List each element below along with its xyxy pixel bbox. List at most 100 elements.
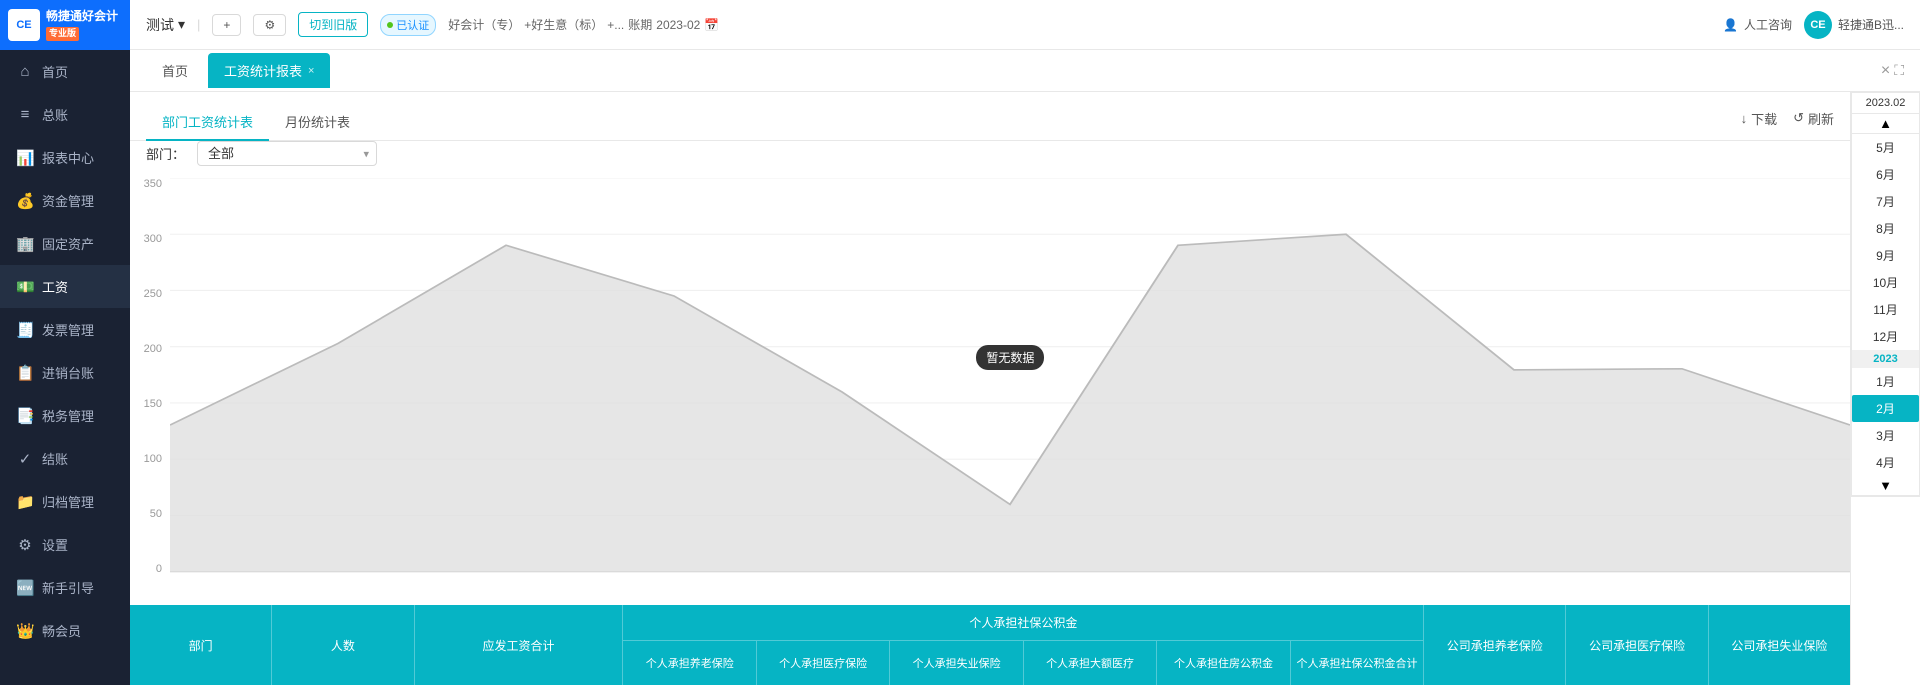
- page-content: 部门工资统计表 月份统计表 ↓ 下载 ↺ 刷新: [130, 92, 1920, 685]
- date-2023-month-1[interactable]: 1月: [1852, 368, 1919, 395]
- date-panel-year-label: 2023.02: [1866, 97, 1906, 109]
- th-dept: 部门: [130, 605, 272, 685]
- date-month-5[interactable]: 5月: [1852, 134, 1919, 161]
- table-header-row: 部门 人数 应发工资合计 个人承担社保公积金: [130, 605, 1850, 685]
- sidebar-label-trade: 进销台账: [42, 363, 94, 382]
- archive-icon: 📁: [16, 493, 34, 511]
- nav-down-icon[interactable]: ▼: [1879, 478, 1892, 493]
- date-year-2023[interactable]: 2023: [1852, 350, 1919, 368]
- add-button[interactable]: +: [212, 14, 241, 36]
- bottom-table: 部门 人数 应发工资合计 个人承担社保公积金: [130, 605, 1850, 685]
- content-box: 部门工资统计表 月份统计表 ↓ 下载 ↺ 刷新: [130, 92, 1850, 685]
- subtab-monthly-label: 月份统计表: [285, 115, 350, 130]
- sidebar-item-invoice[interactable]: 🧾 发票管理: [0, 308, 130, 351]
- refresh-button[interactable]: ↺ 刷新: [1793, 109, 1834, 128]
- company-selector[interactable]: 测试 ▾: [146, 15, 185, 35]
- home-icon: ⌂: [16, 63, 34, 80]
- invoice-icon: 🧾: [16, 321, 34, 339]
- logo-icon: CE: [8, 9, 40, 41]
- y-label-0: 0: [156, 563, 162, 575]
- sidebar-label-archive: 归档管理: [42, 492, 94, 511]
- close-window-button[interactable]: ×: [1881, 62, 1890, 80]
- maximize-window-button[interactable]: ⛶: [1894, 62, 1904, 80]
- sidebar-item-member[interactable]: 👑 畅会员: [0, 609, 130, 652]
- sidebar-item-trade[interactable]: 📋 进销台账: [0, 351, 130, 394]
- dept-filter-label: 部门：: [146, 144, 185, 163]
- sidebar-item-settlement[interactable]: ✓ 结账: [0, 437, 130, 480]
- sidebar-item-settings[interactable]: ⚙ 设置: [0, 523, 130, 566]
- refresh-label: 刷新: [1808, 109, 1834, 128]
- topbar: 测试 ▾ | + ⚙ 切到旧版 已认证 好会计（专） +好生意（标） +... …: [130, 0, 1920, 50]
- y-label-50: 50: [150, 508, 162, 520]
- tab-salary-report[interactable]: 工资统计报表 ×: [208, 53, 330, 88]
- sidebar-label-settlement: 结账: [42, 449, 68, 468]
- tag-good-biz: +好生意（标）: [524, 16, 603, 33]
- tab-home-label: 首页: [162, 61, 188, 80]
- y-label-350: 350: [144, 178, 162, 190]
- y-label-150: 150: [144, 398, 162, 410]
- settings-icon: ⚙: [16, 536, 34, 554]
- tax-icon: 📑: [16, 407, 34, 425]
- date-month-11[interactable]: 11月: [1852, 296, 1919, 323]
- date-2023-month-4[interactable]: 4月: [1852, 449, 1919, 476]
- date-month-8[interactable]: 8月: [1852, 215, 1919, 242]
- trade-icon: 📋: [16, 364, 34, 382]
- user-menu[interactable]: CE 轻捷通B迅...: [1804, 11, 1904, 39]
- member-icon: 👑: [16, 622, 34, 640]
- nav-up-icon[interactable]: ▲: [1879, 116, 1892, 131]
- sidebar-item-guide[interactable]: 🆕 新手引导: [0, 566, 130, 609]
- settings-button[interactable]: ⚙: [253, 14, 286, 36]
- refresh-icon: ↺: [1793, 110, 1804, 126]
- tab-close-icon[interactable]: ×: [308, 65, 314, 77]
- dept-filter-select[interactable]: 全部 财务部 销售部 人事部 技术部: [197, 141, 377, 166]
- date-month-6[interactable]: 6月: [1852, 161, 1919, 188]
- chart-svg-wrap: 暂无数据: [170, 178, 1850, 575]
- switch-version-button[interactable]: 切到旧版: [298, 12, 368, 37]
- tab-home[interactable]: 首页: [146, 53, 204, 88]
- dept-filter-wrap[interactable]: 全部 财务部 销售部 人事部 技术部: [197, 141, 377, 166]
- sidebar-label-assets: 固定资产: [42, 234, 94, 253]
- date-2023-month-3[interactable]: 3月: [1852, 422, 1919, 449]
- sidebar-item-reports[interactable]: 📊 报表中心: [0, 136, 130, 179]
- sidebar-item-home[interactable]: ⌂ 首页: [0, 50, 130, 93]
- date-panel-nav-up[interactable]: ▲: [1852, 114, 1919, 134]
- th-personal-major-medical: 个人承担大额医疗: [1024, 641, 1157, 685]
- ledger-icon: ≡: [16, 106, 34, 123]
- ai-consult-button[interactable]: 👤 人工咨询: [1723, 16, 1792, 33]
- sidebar-item-tax[interactable]: 📑 税务管理: [0, 394, 130, 437]
- date-panel-nav-down[interactable]: ▼: [1852, 476, 1919, 496]
- sidebar-item-ledger[interactable]: ≡ 总账: [0, 93, 130, 136]
- th-salary-total: 应发工资合计: [415, 605, 624, 685]
- y-label-250: 250: [144, 288, 162, 300]
- download-button[interactable]: ↓ 下载: [1741, 109, 1778, 128]
- sidebar-label-reports: 报表中心: [42, 148, 94, 167]
- calendar-icon[interactable]: 📅: [704, 18, 719, 32]
- sidebar-item-salary[interactable]: 💵 工资: [0, 265, 130, 308]
- date-panel-header: 2023.02: [1852, 93, 1919, 114]
- date-month-7[interactable]: 7月: [1852, 188, 1919, 215]
- sidebar-label-funds: 资金管理: [42, 191, 94, 210]
- th-personal-medical: 个人承担医疗保险: [757, 641, 890, 685]
- sidebar-label-member: 畅会员: [42, 621, 81, 640]
- toolbar: ↓ 下载 ↺ 刷新: [1741, 109, 1834, 136]
- sidebar-item-assets[interactable]: 🏢 固定资产: [0, 222, 130, 265]
- subtab-dept[interactable]: 部门工资统计表: [146, 104, 269, 141]
- date-2023-month-2[interactable]: 2月: [1852, 395, 1919, 422]
- y-axis: 350 300 250 200 150 100 50 0: [130, 178, 170, 575]
- sidebar-item-archive[interactable]: 📁 归档管理: [0, 480, 130, 523]
- download-label: 下载: [1751, 109, 1777, 128]
- reports-icon: 📊: [16, 149, 34, 167]
- sidebar-label-ledger: 总账: [42, 105, 68, 124]
- tag-period-value: 2023-02: [656, 18, 700, 32]
- subtab-monthly[interactable]: 月份统计表: [269, 104, 366, 141]
- date-month-9[interactable]: 9月: [1852, 242, 1919, 269]
- th-company-pension: 公司承担养老保险: [1424, 605, 1566, 685]
- date-month-10[interactable]: 10月: [1852, 269, 1919, 296]
- user-name: 轻捷通B迅...: [1838, 16, 1904, 33]
- settlement-icon: ✓: [16, 450, 34, 468]
- date-month-12[interactable]: 12月: [1852, 323, 1919, 350]
- sidebar-item-funds[interactable]: 💰 资金管理: [0, 179, 130, 222]
- salary-icon: 💵: [16, 278, 34, 296]
- app-logo: CE 畅捷通好会计 专业版: [0, 0, 130, 50]
- tab-bar: 首页 工资统计报表 × × ⛶: [130, 50, 1920, 92]
